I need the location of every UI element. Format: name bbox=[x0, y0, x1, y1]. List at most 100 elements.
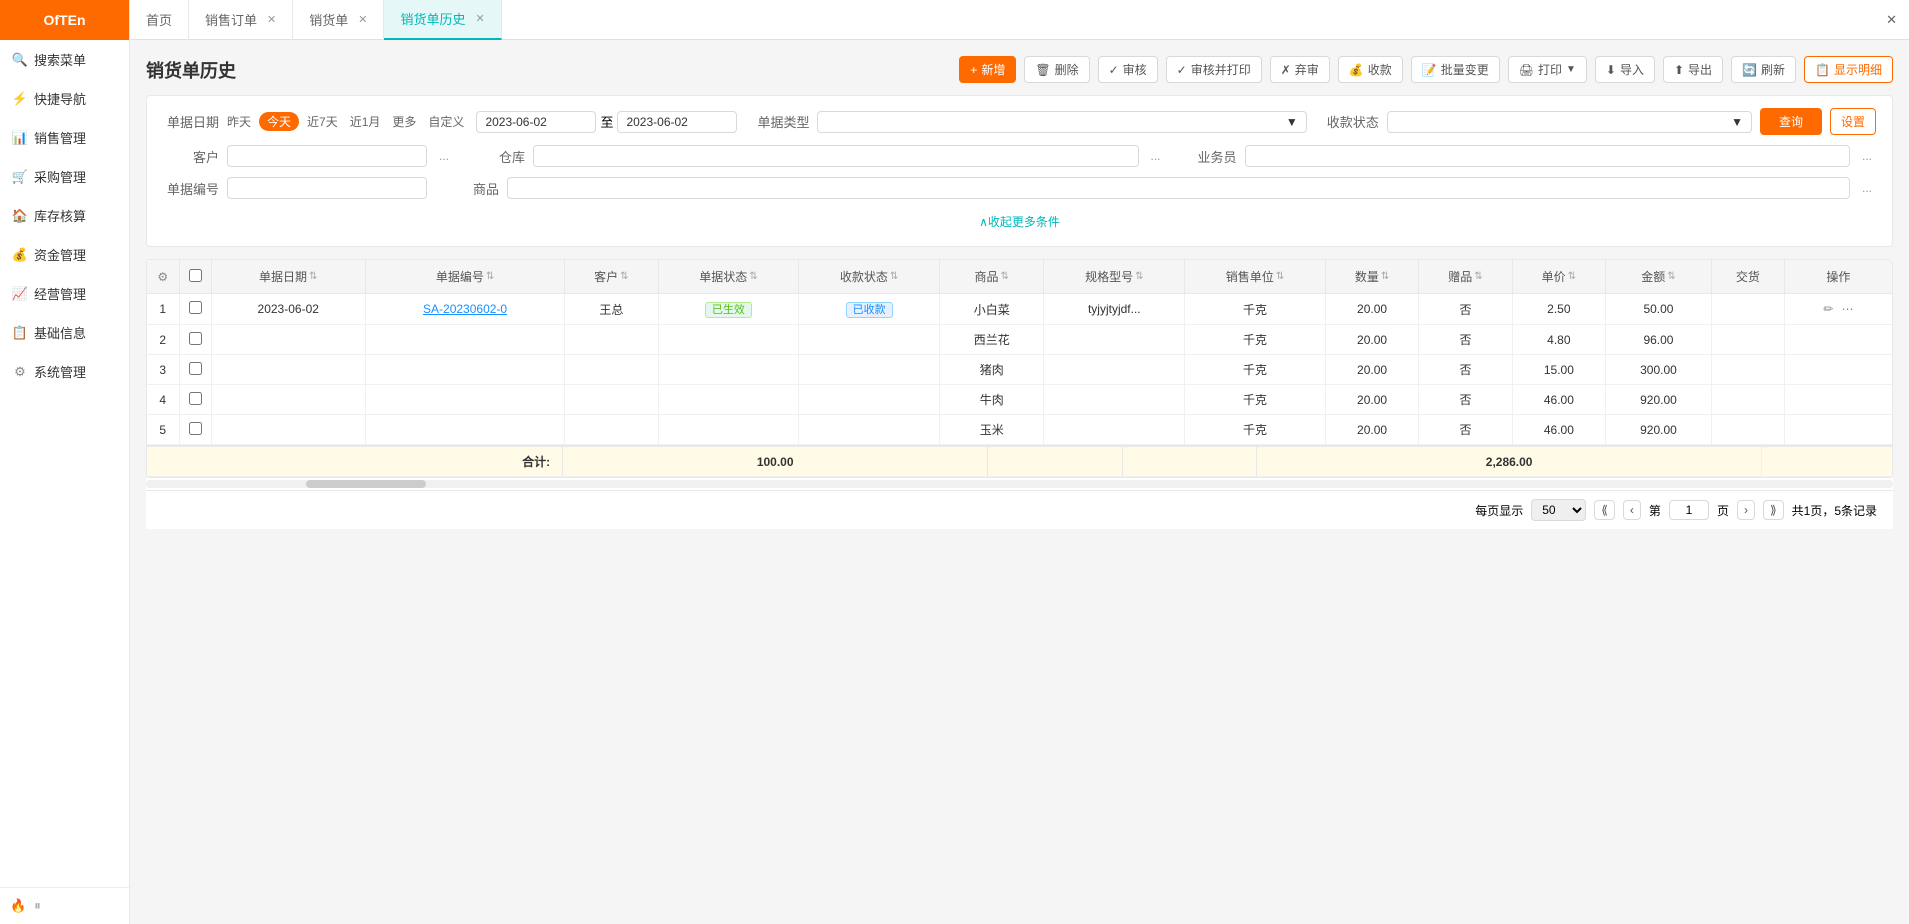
shortcut-today[interactable]: 今天 bbox=[259, 112, 299, 131]
warehouse-label: 仓库 bbox=[469, 147, 525, 166]
shortcut-1month[interactable]: 近1月 bbox=[346, 112, 385, 131]
collect-status-select[interactable]: ▼ bbox=[1387, 111, 1752, 133]
settings-button[interactable]: 设置 bbox=[1830, 108, 1876, 135]
close-tab-sales-history[interactable]: ✕ bbox=[476, 12, 485, 25]
th-goods[interactable]: 商品 ⇅ bbox=[939, 260, 1043, 294]
add-icon: + bbox=[970, 63, 977, 77]
th-doc-status[interactable]: 单据状态 ⇅ bbox=[658, 260, 799, 294]
sort-icon-goods: ⇅ bbox=[1001, 271, 1009, 282]
date-shortcuts: 昨天 今天 近7天 近1月 更多 自定义 bbox=[223, 112, 468, 131]
salesperson-input[interactable] bbox=[1245, 145, 1850, 167]
show-details-button[interactable]: 📋 显示明细 bbox=[1804, 56, 1893, 83]
query-button[interactable]: 查询 bbox=[1760, 108, 1822, 135]
batch-change-button[interactable]: 📝 批量变更 bbox=[1411, 56, 1500, 83]
close-tab-sales-goods[interactable]: ✕ bbox=[358, 13, 367, 26]
audit-button[interactable]: ✓ 审核 bbox=[1098, 56, 1158, 83]
close-tab-sales-order[interactable]: ✕ bbox=[267, 13, 276, 26]
shortcut-more[interactable]: 更多 bbox=[388, 112, 420, 131]
operations-icon: 📈 bbox=[12, 286, 28, 302]
edit-btn-0[interactable]: ✏ bbox=[1819, 300, 1837, 318]
sidebar-item-quick-nav[interactable]: ⚡ 快捷导航 bbox=[0, 79, 129, 118]
sidebar-bottom-icon2[interactable]: ⏸ bbox=[34, 898, 41, 914]
tab-sales-order[interactable]: 销售订单 ✕ bbox=[189, 0, 293, 40]
add-button[interactable]: + 新增 bbox=[959, 56, 1016, 83]
money-icon: 💰 bbox=[12, 247, 28, 263]
th-collect-status[interactable]: 收款状态 ⇅ bbox=[799, 260, 940, 294]
th-customer[interactable]: 客户 ⇅ bbox=[565, 260, 658, 294]
warehouse-ellipsis[interactable]: ... bbox=[1147, 149, 1165, 163]
sidebar-item-operations[interactable]: 📈 经营管理 bbox=[0, 274, 129, 313]
page-size-label: 每页显示 bbox=[1475, 502, 1523, 519]
page-label: 页 bbox=[1717, 502, 1729, 519]
sidebar-item-search-menu[interactable]: 🔍 搜索菜单 bbox=[0, 40, 129, 79]
more-btn-0[interactable]: ⋯ bbox=[1837, 300, 1857, 318]
row-checkbox-1[interactable] bbox=[189, 332, 202, 345]
th-settings[interactable]: ⚙ bbox=[147, 260, 179, 294]
sidebar-item-finance[interactable]: 💰 资金管理 bbox=[0, 235, 129, 274]
row-checkbox-2[interactable] bbox=[189, 362, 202, 375]
th-unit[interactable]: 销售单位 ⇅ bbox=[1185, 260, 1326, 294]
delete-icon: 🗑 bbox=[1035, 63, 1050, 77]
warehouse-input[interactable] bbox=[533, 145, 1138, 167]
print-button[interactable]: 🖨 打印 ▼ bbox=[1508, 56, 1587, 83]
row-checkbox-3[interactable] bbox=[189, 392, 202, 405]
customer-input[interactable] bbox=[227, 145, 427, 167]
delete-button[interactable]: 🗑 删除 bbox=[1024, 56, 1089, 83]
audit-print-button[interactable]: ✓ 审核并打印 bbox=[1166, 56, 1262, 83]
horizontal-scrollbar[interactable] bbox=[146, 478, 1893, 490]
salesperson-ellipsis[interactable]: ... bbox=[1858, 149, 1876, 163]
doc-no-input[interactable] bbox=[227, 177, 427, 199]
sidebar-item-inventory[interactable]: 🏠 库存核算 bbox=[0, 196, 129, 235]
customer-ellipsis[interactable]: ... bbox=[435, 149, 453, 163]
summary-row: 合计: 100.00 2,286.00 bbox=[147, 446, 1892, 477]
sort-icon-unit: ⇅ bbox=[1276, 271, 1284, 282]
next-page-btn[interactable]: › bbox=[1737, 500, 1755, 520]
tab-home[interactable]: 首页 bbox=[130, 0, 189, 40]
sort-icon-date: ⇅ bbox=[309, 271, 317, 282]
refresh-button[interactable]: 🔄 刷新 bbox=[1731, 56, 1796, 83]
last-page-btn[interactable]: ⟫ bbox=[1763, 500, 1784, 520]
shortcut-yesterday[interactable]: 昨天 bbox=[223, 112, 255, 131]
doc-no-link-0[interactable]: SA-20230602-0 bbox=[423, 302, 507, 316]
th-checkbox[interactable] bbox=[179, 260, 211, 294]
shortcut-custom[interactable]: 自定义 bbox=[424, 112, 468, 131]
filter-collapse-btn[interactable]: ∧ 收起更多条件 bbox=[163, 209, 1876, 234]
date-to-input[interactable] bbox=[617, 111, 737, 133]
goods-ellipsis[interactable]: ... bbox=[1858, 181, 1876, 195]
export-button[interactable]: ⬆ 导出 bbox=[1663, 56, 1723, 83]
sidebar-item-basic-info[interactable]: 📋 基础信息 bbox=[0, 313, 129, 352]
sidebar-item-system[interactable]: ⚙ 系统管理 bbox=[0, 352, 129, 391]
page-size-select[interactable]: 50 100 200 bbox=[1531, 499, 1586, 521]
th-gift[interactable]: 赠品 ⇅ bbox=[1419, 260, 1512, 294]
row-checkbox-4[interactable] bbox=[189, 422, 202, 435]
discard-button[interactable]: ✗ 弃审 bbox=[1270, 56, 1330, 83]
th-date[interactable]: 单据日期 ⇅ bbox=[211, 260, 365, 294]
tab-sales-goods[interactable]: 销货单 ✕ bbox=[293, 0, 384, 40]
data-table-wrap: ⚙ 单据日期 ⇅ 单据编号 ⇅ bbox=[146, 259, 1893, 478]
gear-icon: ⚙ bbox=[12, 364, 28, 380]
date-from-input[interactable] bbox=[476, 111, 596, 133]
th-price[interactable]: 单价 ⇅ bbox=[1512, 260, 1605, 294]
summary-amount: 2,286.00 bbox=[1257, 446, 1761, 477]
th-amount[interactable]: 金额 ⇅ bbox=[1606, 260, 1712, 294]
import-button[interactable]: ⬇ 导入 bbox=[1595, 56, 1655, 83]
goods-input[interactable] bbox=[507, 177, 1850, 199]
tab-bar-close-btn[interactable]: ✕ bbox=[1874, 12, 1909, 28]
th-spec[interactable]: 规格型号 ⇅ bbox=[1044, 260, 1185, 294]
shortcut-7days[interactable]: 近7天 bbox=[303, 112, 342, 131]
main-area: 首页 销售订单 ✕ 销货单 ✕ 销货单历史 ✕ ✕ 销货单历史 + 新增 bbox=[130, 0, 1909, 924]
row-checkbox-0[interactable] bbox=[189, 301, 202, 314]
scrollbar-thumb[interactable] bbox=[306, 480, 426, 488]
th-doc-no[interactable]: 单据编号 ⇅ bbox=[365, 260, 564, 294]
prev-page-btn[interactable]: ‹ bbox=[1623, 500, 1641, 520]
collect-button[interactable]: 💰 收款 bbox=[1338, 56, 1403, 83]
select-all-checkbox[interactable] bbox=[189, 269, 202, 282]
sidebar-item-purchase-mgmt[interactable]: 🛒 采购管理 bbox=[0, 157, 129, 196]
doc-type-select[interactable]: ▼ bbox=[817, 111, 1306, 133]
first-page-btn[interactable]: ⟪ bbox=[1594, 500, 1615, 520]
th-qty[interactable]: 数量 ⇅ bbox=[1325, 260, 1418, 294]
sidebar-bottom-icon1[interactable]: 🔥 bbox=[10, 898, 26, 914]
tab-sales-history[interactable]: 销货单历史 ✕ bbox=[384, 0, 501, 40]
sidebar-item-sales-mgmt[interactable]: 📊 销售管理 bbox=[0, 118, 129, 157]
page-number-input[interactable] bbox=[1669, 500, 1709, 520]
